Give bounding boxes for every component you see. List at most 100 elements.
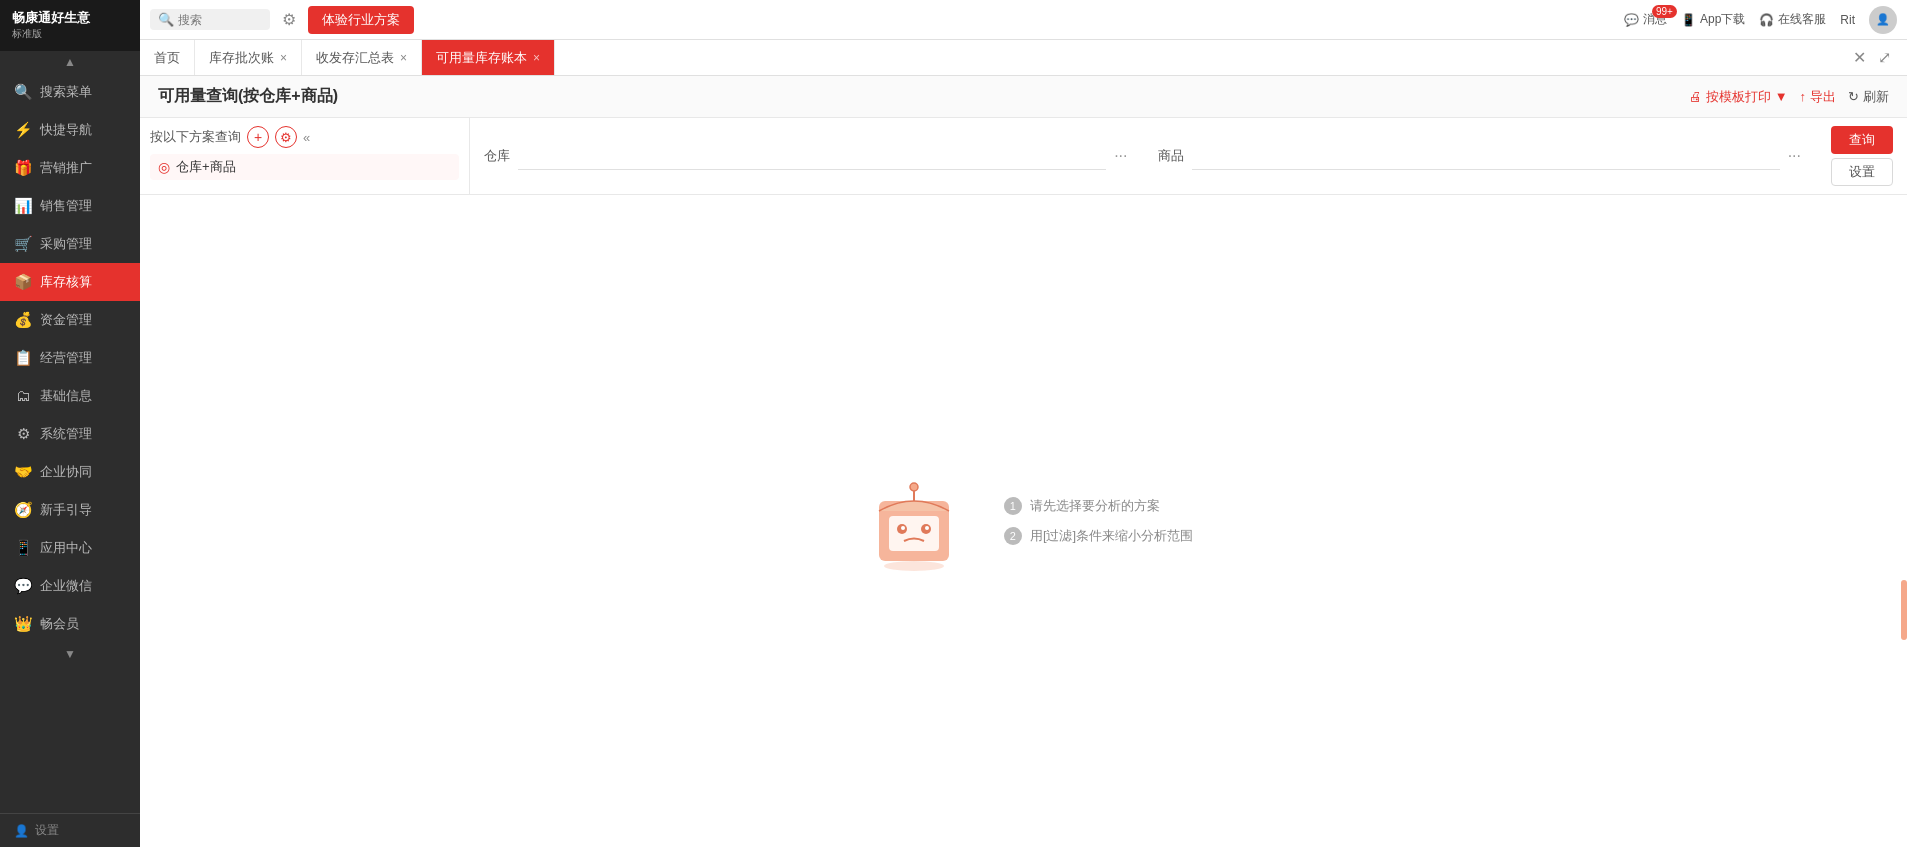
sidebar-item-operations[interactable]: 📋 经营管理 bbox=[0, 339, 140, 377]
service-icon: 🎧 bbox=[1759, 13, 1774, 27]
page-actions: 🖨 按模板打印 ▼ ↑ 导出 ↻ 刷新 bbox=[1689, 88, 1889, 106]
close-window-button[interactable]: ✕ bbox=[1847, 48, 1872, 67]
expand-window-button[interactable]: ⤢ bbox=[1872, 48, 1897, 67]
hint-text-2: 用[过滤]条件来缩小分析范围 bbox=[1030, 527, 1193, 545]
tab-close-1[interactable]: × bbox=[280, 51, 287, 65]
sidebar-item-onboarding[interactable]: 🧭 新手引导 bbox=[0, 491, 140, 529]
sidebar-label-shortcuts: 快捷导航 bbox=[40, 121, 92, 139]
sales-icon: 📊 bbox=[14, 197, 32, 215]
filter-scheme-panel: 按以下方案查询 + ⚙ « ◎ 仓库+商品 bbox=[140, 118, 470, 194]
sidebar-item-appstore[interactable]: 📱 应用中心 bbox=[0, 529, 140, 567]
avatar-icon: 👤 bbox=[1876, 13, 1890, 26]
tab-label-2: 收发存汇总表 bbox=[316, 49, 394, 67]
sidebar-item-wechat[interactable]: 💬 企业微信 bbox=[0, 567, 140, 605]
print-icon: 🖨 bbox=[1689, 89, 1702, 104]
tab-close-3[interactable]: × bbox=[533, 51, 540, 65]
tab-window-controls: ✕ ⤢ bbox=[1847, 48, 1897, 67]
product-more-button[interactable]: ··· bbox=[1788, 147, 1801, 165]
system-icon: ⚙ bbox=[14, 425, 32, 443]
trial-industry-button[interactable]: 体验行业方案 bbox=[308, 6, 414, 34]
sidebar-item-sales[interactable]: 📊 销售管理 bbox=[0, 187, 140, 225]
collapse-button[interactable]: « bbox=[303, 130, 310, 145]
scheme-settings-button[interactable]: ⚙ bbox=[275, 126, 297, 148]
topbar-gear-icon[interactable]: ⚙ bbox=[278, 6, 300, 33]
filter-fields: 仓库 ··· 商品 ··· 查询 设置 bbox=[470, 118, 1907, 194]
sidebar-label-wechat: 企业微信 bbox=[40, 577, 92, 595]
sidebar-item-finance[interactable]: 💰 资金管理 bbox=[0, 301, 140, 339]
topbar-search-box[interactable]: 🔍 bbox=[150, 9, 270, 30]
hint-num-2: 2 bbox=[1004, 527, 1022, 545]
sidebar-label-purchase: 采购管理 bbox=[40, 235, 92, 253]
sidebar-bottom: 👤 设置 bbox=[0, 813, 140, 847]
sidebar-items-container: 🔍 搜索菜单 ⚡ 快捷导航 🎁 营销推广 📊 销售管理 🛒 采购管理 📦 库存核… bbox=[0, 73, 140, 643]
sidebar-scroll-up[interactable]: ▲ bbox=[0, 51, 140, 73]
sidebar-bottom-icon: 👤 bbox=[14, 824, 29, 838]
online-service-button[interactable]: 🎧 在线客服 bbox=[1759, 11, 1826, 28]
tab-0[interactable]: 首页 bbox=[140, 40, 195, 75]
export-button[interactable]: ↑ 导出 bbox=[1800, 88, 1837, 106]
filter-panel: 按以下方案查询 + ⚙ « ◎ 仓库+商品 仓库 ··· 商品 ··· bbox=[140, 118, 1907, 195]
service-label: 在线客服 bbox=[1778, 11, 1826, 28]
sidebar-item-marketing[interactable]: 🎁 营销推广 bbox=[0, 149, 140, 187]
sidebar-label-enterprise: 企业协同 bbox=[40, 463, 92, 481]
tab-label-1: 库存批次账 bbox=[209, 49, 274, 67]
vip-icon: 👑 bbox=[14, 615, 32, 633]
sidebar-scroll-down[interactable]: ▼ bbox=[0, 643, 140, 665]
sidebar-item-system[interactable]: ⚙ 系统管理 bbox=[0, 415, 140, 453]
sidebar-label-operations: 经营管理 bbox=[40, 349, 92, 367]
sidebar-item-shortcuts[interactable]: ⚡ 快捷导航 bbox=[0, 111, 140, 149]
marketing-icon: 🎁 bbox=[14, 159, 32, 177]
tab-2[interactable]: 收发存汇总表 × bbox=[302, 40, 422, 75]
appstore-icon: 📱 bbox=[14, 539, 32, 557]
print-template-button[interactable]: 🖨 按模板打印 ▼ bbox=[1689, 88, 1788, 106]
main-content: 🔍 ⚙ 体验行业方案 💬 消息 99+ 📱 App下载 🎧 在线客服 Rit 👤 bbox=[140, 0, 1907, 847]
wechat-icon: 💬 bbox=[14, 577, 32, 595]
message-icon: 💬 bbox=[1624, 13, 1639, 27]
query-button[interactable]: 查询 bbox=[1831, 126, 1893, 154]
message-button[interactable]: 💬 消息 99+ bbox=[1624, 11, 1667, 28]
hint-text-1: 请先选择要分析的方案 bbox=[1030, 497, 1160, 515]
scheme-warehouse-product[interactable]: ◎ 仓库+商品 bbox=[150, 154, 459, 180]
warehouse-input[interactable] bbox=[518, 142, 1106, 170]
product-input[interactable] bbox=[1192, 142, 1780, 170]
page-title: 可用量查询(按仓库+商品) bbox=[158, 86, 338, 107]
product-label: 商品 bbox=[1158, 147, 1184, 165]
warehouse-more-button[interactable]: ··· bbox=[1114, 147, 1127, 165]
sidebar-label-vip: 畅会员 bbox=[40, 615, 79, 633]
tab-1[interactable]: 库存批次账 × bbox=[195, 40, 302, 75]
sidebar-label-system: 系统管理 bbox=[40, 425, 92, 443]
export-icon: ↑ bbox=[1800, 89, 1807, 104]
filter-scheme-header: 按以下方案查询 + ⚙ « bbox=[150, 126, 459, 148]
sidebar-item-purchase[interactable]: 🛒 采购管理 bbox=[0, 225, 140, 263]
app-download-button[interactable]: 📱 App下载 bbox=[1681, 11, 1745, 28]
tab-close-2[interactable]: × bbox=[400, 51, 407, 65]
svg-point-5 bbox=[925, 526, 929, 530]
add-scheme-button[interactable]: + bbox=[247, 126, 269, 148]
sidebar-label-marketing: 营销推广 bbox=[40, 159, 92, 177]
username-display: Rit bbox=[1840, 13, 1855, 27]
filter-settings-button[interactable]: 设置 bbox=[1831, 158, 1893, 186]
scheme-item-label: 仓库+商品 bbox=[176, 158, 236, 176]
empty-svg bbox=[854, 461, 974, 581]
print-label: 按模板打印 bbox=[1706, 88, 1771, 106]
sidebar-item-basic[interactable]: 🗂 基础信息 bbox=[0, 377, 140, 415]
refresh-button[interactable]: ↻ 刷新 bbox=[1848, 88, 1889, 106]
app-icon: 📱 bbox=[1681, 13, 1696, 27]
right-scrollbar-hint[interactable] bbox=[1901, 580, 1907, 640]
sidebar-item-inventory[interactable]: 📦 库存核算 bbox=[0, 263, 140, 301]
sidebar-item-enterprise[interactable]: 🤝 企业协同 bbox=[0, 453, 140, 491]
topbar-right: 💬 消息 99+ 📱 App下载 🎧 在线客服 Rit 👤 bbox=[1624, 6, 1897, 34]
user-avatar[interactable]: 👤 bbox=[1869, 6, 1897, 34]
tab-3[interactable]: 可用量库存账本× bbox=[422, 40, 555, 75]
print-chevron: ▼ bbox=[1775, 89, 1788, 104]
search-icon: 🔍 bbox=[158, 12, 174, 27]
warehouse-label: 仓库 bbox=[484, 147, 510, 165]
hint-item-1: 1 请先选择要分析的方案 bbox=[1004, 497, 1193, 515]
svg-point-4 bbox=[901, 526, 905, 530]
refresh-icon: ↻ bbox=[1848, 89, 1859, 104]
search-input[interactable] bbox=[178, 13, 258, 27]
sidebar: 畅康通好生意 标准版 ▲ 🔍 搜索菜单 ⚡ 快捷导航 🎁 营销推广 📊 销售管理… bbox=[0, 0, 140, 847]
sidebar-item-search[interactable]: 🔍 搜索菜单 bbox=[0, 73, 140, 111]
sidebar-item-vip[interactable]: 👑 畅会员 bbox=[0, 605, 140, 643]
warehouse-filter-field: 仓库 ··· bbox=[484, 142, 1128, 170]
